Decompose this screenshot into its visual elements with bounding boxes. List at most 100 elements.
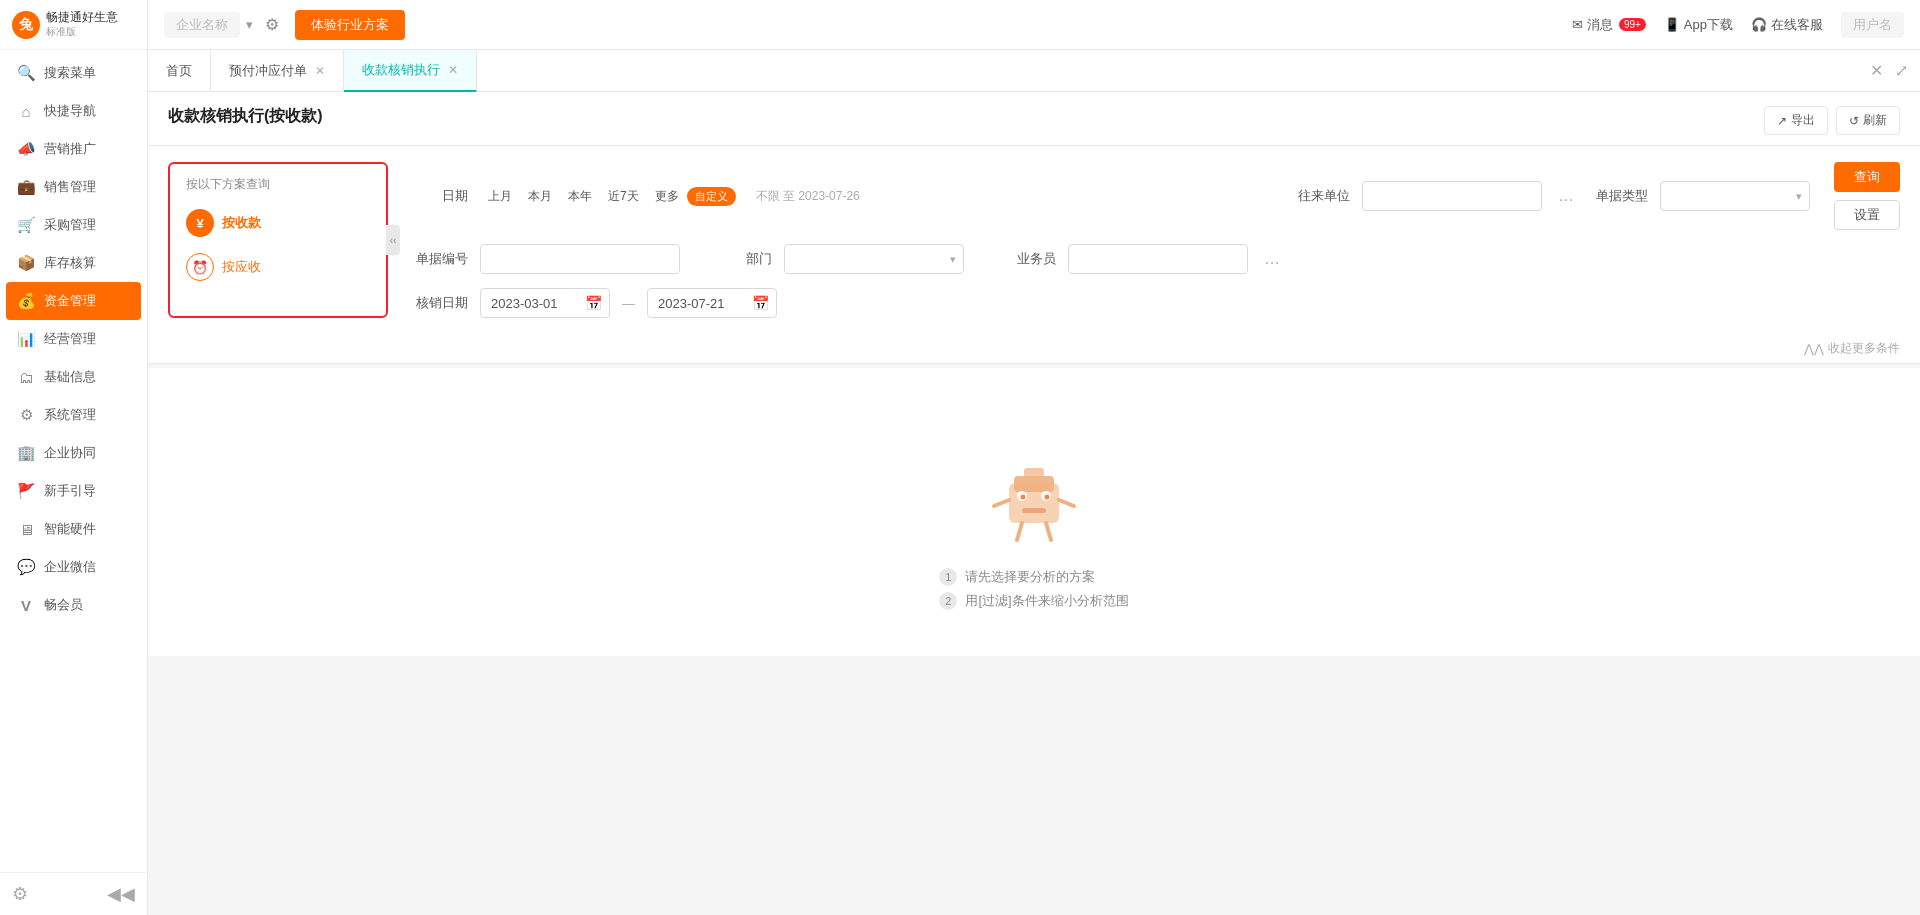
app-download-button[interactable]: 📱 App下载 bbox=[1664, 16, 1733, 34]
filter-row-2: 单据编号 部门 业务员 … bbox=[408, 244, 1900, 274]
sidebar-item-guide[interactable]: 🚩 新手引导 bbox=[0, 472, 147, 510]
export-button[interactable]: ↗ 导出 bbox=[1764, 106, 1828, 135]
step-num-2: 2 bbox=[939, 592, 957, 610]
sidebar-label-weixin: 企业微信 bbox=[44, 558, 96, 576]
service-icon: 🎧 bbox=[1751, 17, 1767, 32]
empty-steps-list: 1 请先选择要分析的方案 2 用[过滤]条件来缩小分析范围 bbox=[939, 568, 1128, 616]
app-edition: 标准版 bbox=[46, 25, 118, 39]
staff-input[interactable] bbox=[1068, 244, 1248, 274]
doc-type-select[interactable] bbox=[1660, 181, 1810, 211]
message-button[interactable]: ✉ 消息 99+ bbox=[1572, 16, 1646, 34]
tab-verify-close-icon[interactable]: ✕ bbox=[448, 63, 458, 77]
filter-option-by-receivable[interactable]: ⏰ 按应收 bbox=[170, 245, 386, 289]
shortcut-this-month[interactable]: 本月 bbox=[520, 185, 560, 208]
inventory-icon: 📦 bbox=[16, 254, 36, 272]
svg-rect-1 bbox=[1014, 476, 1054, 492]
collapse-sidebar-icon[interactable]: ◀◀ bbox=[107, 883, 135, 905]
member-icon: V bbox=[16, 597, 36, 614]
sidebar-item-quicknav[interactable]: ⌂ 快捷导航 bbox=[0, 92, 147, 130]
sidebar-item-basicinfo[interactable]: 🗂 基础信息 bbox=[0, 358, 147, 396]
staff-more-icon[interactable]: … bbox=[1264, 250, 1282, 268]
collapse-panel-button[interactable]: ‹‹ bbox=[386, 225, 400, 255]
refresh-button[interactable]: ↺ 刷新 bbox=[1836, 106, 1900, 135]
sidebar-item-search[interactable]: 🔍 搜索菜单 bbox=[0, 54, 147, 92]
filter-option-by-receipt[interactable]: ¥ 按收款 bbox=[170, 201, 386, 245]
main-area: 企业名称 ▾ ⚙ 体验行业方案 ✉ 消息 99+ 📱 App下载 🎧 在线客服 … bbox=[148, 0, 1920, 915]
filter-row-3: 核销日期 📅 — 📅 bbox=[408, 288, 1900, 318]
weixin-icon: 💬 bbox=[16, 558, 36, 576]
verify-date-start[interactable] bbox=[480, 288, 610, 318]
marketing-icon: 📣 bbox=[16, 140, 36, 158]
sysadmin-icon: ⚙ bbox=[16, 406, 36, 424]
action-buttons: 查询 设置 bbox=[1834, 162, 1900, 230]
sidebar-item-operations[interactable]: 📊 经营管理 bbox=[0, 320, 147, 358]
guide-icon: 🚩 bbox=[16, 482, 36, 500]
settings-button[interactable]: 设置 bbox=[1834, 200, 1900, 230]
settings-icon[interactable]: ⚙ bbox=[12, 883, 28, 905]
tab-home[interactable]: 首页 bbox=[148, 50, 211, 92]
sidebar-label-search: 搜索菜单 bbox=[44, 64, 96, 82]
sidebar-item-collab[interactable]: 🏢 企业协同 bbox=[0, 434, 147, 472]
sidebar-item-weixin[interactable]: 💬 企业微信 bbox=[0, 548, 147, 586]
filter-option-receivable-label: 按应收 bbox=[222, 258, 261, 276]
export-icon: ↗ bbox=[1777, 114, 1787, 128]
brand-dropdown-icon[interactable]: ▾ bbox=[246, 17, 253, 32]
tab-verify[interactable]: 收款核销执行 ✕ bbox=[344, 50, 477, 92]
docno-label: 单据编号 bbox=[408, 250, 468, 268]
filter-option-receipt-label: 按收款 bbox=[222, 214, 261, 232]
docno-input[interactable] bbox=[480, 244, 680, 274]
sidebar-item-purchase[interactable]: 🛒 采购管理 bbox=[0, 206, 147, 244]
dept-label: 部门 bbox=[712, 250, 772, 268]
gear-icon[interactable]: ⚙ bbox=[265, 15, 279, 34]
counterpart-more-icon[interactable]: … bbox=[1558, 187, 1576, 205]
sidebar-item-sales[interactable]: 💼 销售管理 bbox=[0, 168, 147, 206]
hardware-icon: 🖥 bbox=[16, 521, 36, 538]
date-custom-tag[interactable]: 自定义 bbox=[687, 187, 736, 206]
sidebar-item-hardware[interactable]: 🖥 智能硬件 bbox=[0, 510, 147, 548]
refresh-icon: ↺ bbox=[1849, 114, 1859, 128]
page-header-actions: ↗ 导出 ↺ 刷新 bbox=[1764, 106, 1900, 145]
sales-icon: 💼 bbox=[16, 178, 36, 196]
receivable-icon: ⏰ bbox=[186, 253, 214, 281]
logo-text-block: 畅捷通好生意 标准版 bbox=[46, 10, 118, 40]
sidebar-label-purchase: 采购管理 bbox=[44, 216, 96, 234]
collapse-more-button[interactable]: ⋀⋀ 收起更多条件 bbox=[1804, 340, 1900, 357]
shortcut-last-month[interactable]: 上月 bbox=[480, 185, 520, 208]
shortcut-more[interactable]: 更多 bbox=[647, 185, 687, 208]
solution-button[interactable]: 体验行业方案 bbox=[295, 10, 405, 40]
filter-panel: 按以下方案查询 ¥ 按收款 ⏰ 按应收 ‹‹ bbox=[168, 162, 388, 318]
empty-illustration bbox=[984, 448, 1084, 548]
sidebar-label-sysadmin: 系统管理 bbox=[44, 406, 96, 424]
sidebar-item-member[interactable]: V 畅会员 bbox=[0, 586, 147, 624]
sidebar-label-marketing: 营销推广 bbox=[44, 140, 96, 158]
sidebar-label-hardware: 智能硬件 bbox=[44, 520, 96, 538]
svg-line-9 bbox=[1059, 500, 1074, 506]
shortcut-this-year[interactable]: 本年 bbox=[560, 185, 600, 208]
expand-tab-icon[interactable]: ⤢ bbox=[1895, 61, 1908, 80]
verify-date-end[interactable] bbox=[647, 288, 777, 318]
message-label: 消息 bbox=[1587, 16, 1613, 34]
user-info[interactable]: 用户名 bbox=[1841, 12, 1904, 38]
sidebar-item-sysadmin[interactable]: ⚙ 系统管理 bbox=[0, 396, 147, 434]
brand-name: 企业名称 bbox=[164, 12, 240, 38]
header-right: ✉ 消息 99+ 📱 App下载 🎧 在线客服 用户名 bbox=[1572, 12, 1904, 38]
tab-prepay-close-icon[interactable]: ✕ bbox=[315, 64, 325, 78]
date-range-hint: 不限 至 2023-07-26 bbox=[756, 188, 860, 205]
counterpart-input[interactable] bbox=[1362, 181, 1542, 211]
date-range-section: 不限 至 2023-07-26 bbox=[748, 188, 1278, 205]
sidebar-item-finance[interactable]: 💰 资金管理 bbox=[6, 282, 141, 320]
sidebar-footer: ⚙ ◀◀ bbox=[0, 872, 147, 915]
shortcut-7days[interactable]: 近7天 bbox=[600, 185, 647, 208]
query-button[interactable]: 查询 bbox=[1834, 162, 1900, 192]
sidebar-item-inventory[interactable]: 📦 库存核算 bbox=[0, 244, 147, 282]
dept-select[interactable] bbox=[784, 244, 964, 274]
sidebar-label-finance: 资金管理 bbox=[44, 292, 96, 310]
close-tab-icon[interactable]: ✕ bbox=[1870, 61, 1883, 80]
tab-verify-label: 收款核销执行 bbox=[362, 61, 440, 79]
counterpart-label: 往来单位 bbox=[1290, 187, 1350, 205]
service-button[interactable]: 🎧 在线客服 bbox=[1751, 16, 1823, 34]
sidebar-label-member: 畅会员 bbox=[44, 596, 83, 614]
sidebar-item-marketing[interactable]: 📣 营销推广 bbox=[0, 130, 147, 168]
tab-prepay[interactable]: 预付冲应付单 ✕ bbox=[211, 50, 344, 92]
svg-point-6 bbox=[1045, 495, 1050, 500]
